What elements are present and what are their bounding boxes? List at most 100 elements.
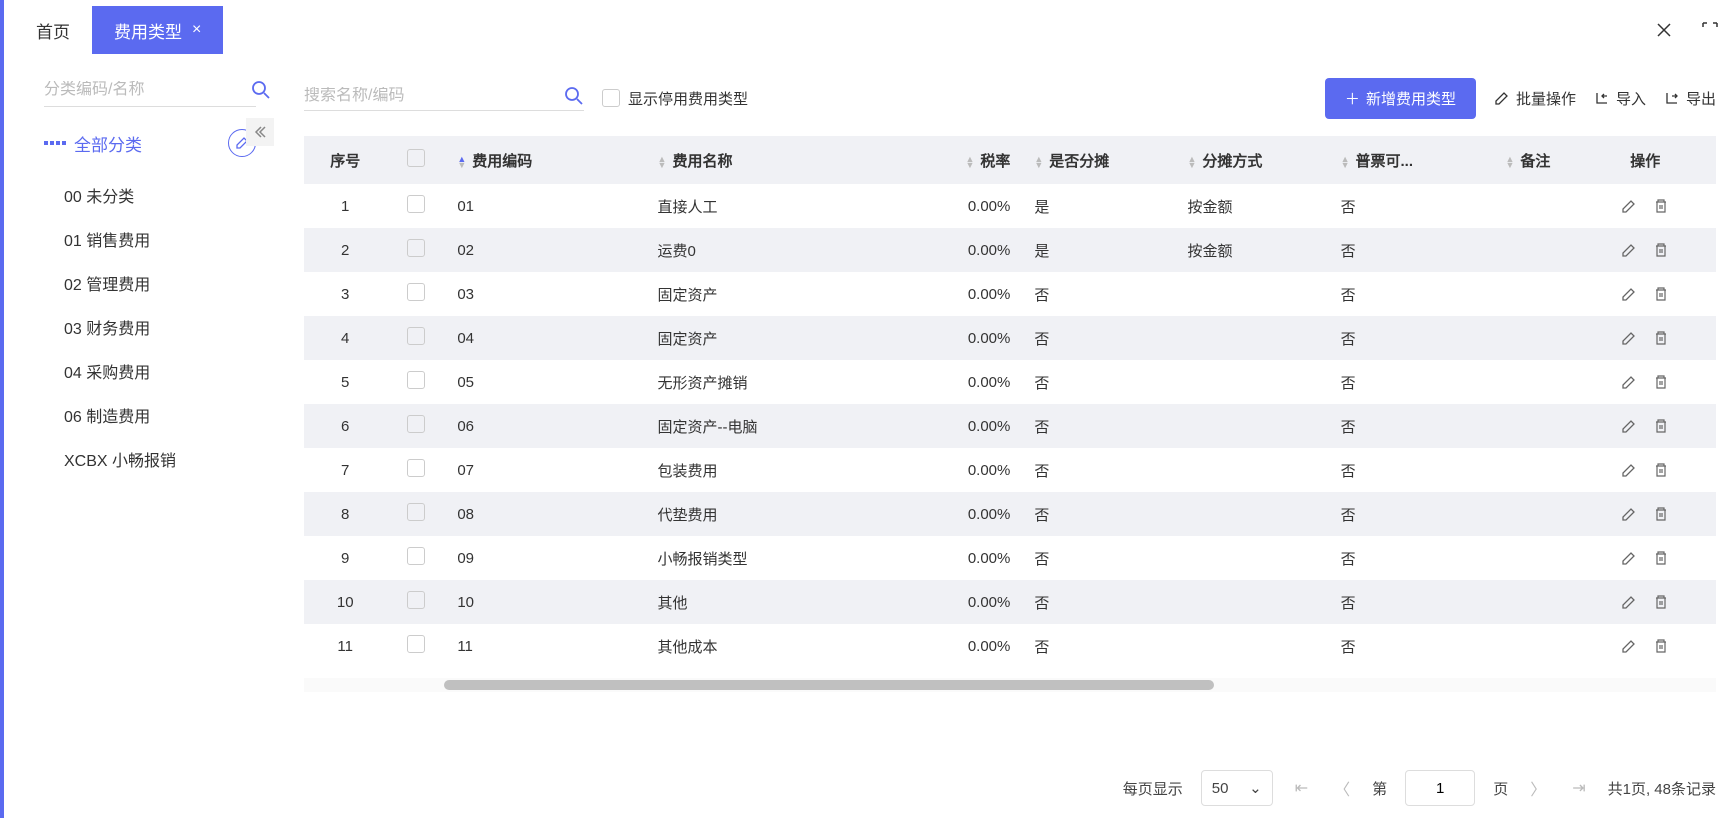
checkbox-icon[interactable]	[407, 327, 425, 345]
tree-item[interactable]: 04 采购费用	[64, 349, 256, 393]
delete-row-button[interactable]	[1653, 638, 1669, 654]
col-share[interactable]: ▲▼是否分摊	[1022, 136, 1175, 184]
edit-row-button[interactable]	[1621, 638, 1637, 654]
checkbox-icon[interactable]	[407, 547, 425, 565]
export-button[interactable]: 导出	[1664, 88, 1716, 109]
tree-item[interactable]: XCBX 小畅报销	[64, 437, 256, 481]
search-icon[interactable]	[251, 80, 271, 100]
delete-row-button[interactable]	[1653, 374, 1669, 390]
batch-button[interactable]: 批量操作	[1494, 88, 1576, 109]
cell-checkbox[interactable]	[386, 536, 445, 580]
cell-checkbox[interactable]	[386, 448, 445, 492]
expand-icon[interactable]	[1696, 16, 1724, 44]
tab-expense-type[interactable]: 费用类型 ×	[92, 6, 223, 54]
tree-item[interactable]: 06 制造费用	[64, 393, 256, 437]
edit-row-button[interactable]	[1621, 462, 1637, 478]
add-expense-button[interactable]: ＋ 新增费用类型	[1325, 78, 1476, 119]
col-general[interactable]: ▲▼普票可...	[1329, 136, 1494, 184]
cell-checkbox[interactable]	[386, 404, 445, 448]
table-row[interactable]: 707包装费用0.00%否否	[304, 448, 1716, 492]
show-disabled-checkbox[interactable]: 显示停用费用类型	[602, 88, 748, 109]
page-input[interactable]	[1405, 770, 1475, 806]
cell-checkbox[interactable]	[386, 360, 445, 404]
checkbox-icon[interactable]	[407, 591, 425, 609]
delete-row-button[interactable]	[1653, 198, 1669, 214]
per-page-select[interactable]: 50 ⌄	[1201, 770, 1273, 806]
col-method[interactable]: ▲▼分摊方式	[1175, 136, 1328, 184]
col-rate[interactable]: ▲▼税率	[905, 136, 1023, 184]
cell-checkbox[interactable]	[386, 184, 445, 228]
cell-checkbox[interactable]	[386, 580, 445, 624]
edit-row-button[interactable]	[1621, 286, 1637, 302]
close-all-icon[interactable]	[1650, 16, 1678, 44]
cell-checkbox[interactable]	[386, 272, 445, 316]
table-row[interactable]: 101直接人工0.00%是按金额否	[304, 184, 1716, 228]
edit-row-button[interactable]	[1621, 330, 1637, 346]
collapse-sidebar-button[interactable]	[246, 118, 274, 146]
delete-row-button[interactable]	[1653, 330, 1669, 346]
edit-row-button[interactable]	[1621, 374, 1637, 390]
table-row[interactable]: 1111其他成本0.00%否否	[304, 624, 1716, 668]
cell-checkbox[interactable]	[386, 316, 445, 360]
first-page-button[interactable]: ⇤	[1291, 778, 1312, 798]
checkbox-icon[interactable]	[407, 195, 425, 213]
tree-item[interactable]: 01 销售费用	[64, 217, 256, 261]
search-icon[interactable]	[564, 86, 584, 106]
delete-row-button[interactable]	[1653, 242, 1669, 258]
table-row[interactable]: 404固定资产0.00%否否	[304, 316, 1716, 360]
checkbox-icon[interactable]	[407, 503, 425, 521]
table-search-input[interactable]	[304, 87, 564, 105]
tree-item[interactable]: 03 财务费用	[64, 305, 256, 349]
checkbox-icon[interactable]	[407, 149, 425, 167]
delete-row-button[interactable]	[1653, 550, 1669, 566]
col-checkbox[interactable]	[386, 136, 445, 184]
table-row[interactable]: 808代垫费用0.00%否否	[304, 492, 1716, 536]
cell-checkbox[interactable]	[386, 492, 445, 536]
tree-item[interactable]: 00 未分类	[64, 173, 256, 217]
checkbox-icon[interactable]	[407, 635, 425, 653]
checkbox-icon[interactable]	[407, 371, 425, 389]
tree-item[interactable]: 02 管理费用	[64, 261, 256, 305]
next-page-button[interactable]: 〉	[1526, 776, 1550, 800]
col-code[interactable]: ▲▼费用编码	[445, 136, 645, 184]
col-remark[interactable]: ▲▼备注	[1493, 136, 1574, 184]
tree-root-all[interactable]: 全部分类	[44, 129, 256, 157]
delete-row-button[interactable]	[1653, 286, 1669, 302]
table-row[interactable]: 303固定资产0.00%否否	[304, 272, 1716, 316]
delete-row-button[interactable]	[1653, 594, 1669, 610]
table-row[interactable]: 1010其他0.00%否否	[304, 580, 1716, 624]
checkbox-icon[interactable]	[407, 239, 425, 257]
delete-row-button[interactable]	[1653, 506, 1669, 522]
edit-row-button[interactable]	[1621, 242, 1637, 258]
delete-row-button[interactable]	[1653, 462, 1669, 478]
checkbox-icon[interactable]	[407, 459, 425, 477]
edit-row-button[interactable]	[1621, 198, 1637, 214]
table-row[interactable]: 202运费00.00%是按金额否	[304, 228, 1716, 272]
col-name[interactable]: ▲▼费用名称	[646, 136, 905, 184]
close-icon[interactable]: ×	[192, 21, 201, 39]
cell-remark	[1493, 184, 1574, 228]
cell-method	[1175, 624, 1328, 668]
import-button[interactable]: 导入	[1594, 88, 1646, 109]
horizontal-scrollbar[interactable]	[304, 678, 1716, 692]
checkbox-icon[interactable]	[407, 283, 425, 301]
sidebar-search-input[interactable]	[44, 81, 251, 99]
cell-remark	[1493, 492, 1574, 536]
scrollbar-thumb[interactable]	[444, 680, 1214, 690]
edit-row-button[interactable]	[1621, 594, 1637, 610]
table-row[interactable]: 909小畅报销类型0.00%否否	[304, 536, 1716, 580]
table-row[interactable]: 606固定资产--电脑0.00%否否	[304, 404, 1716, 448]
cell-checkbox[interactable]	[386, 228, 445, 272]
prev-page-button[interactable]: 〈	[1330, 776, 1354, 800]
checkbox-icon[interactable]	[407, 415, 425, 433]
col-seq[interactable]: 序号	[304, 136, 386, 184]
edit-row-button[interactable]	[1621, 418, 1637, 434]
last-page-button[interactable]: ⇥	[1568, 778, 1589, 798]
tab-home[interactable]: 首页	[14, 6, 92, 54]
cell-checkbox[interactable]	[386, 624, 445, 668]
cell-name: 固定资产--电脑	[646, 404, 905, 448]
delete-row-button[interactable]	[1653, 418, 1669, 434]
edit-row-button[interactable]	[1621, 550, 1637, 566]
table-row[interactable]: 505无形资产摊销0.00%否否	[304, 360, 1716, 404]
edit-row-button[interactable]	[1621, 506, 1637, 522]
